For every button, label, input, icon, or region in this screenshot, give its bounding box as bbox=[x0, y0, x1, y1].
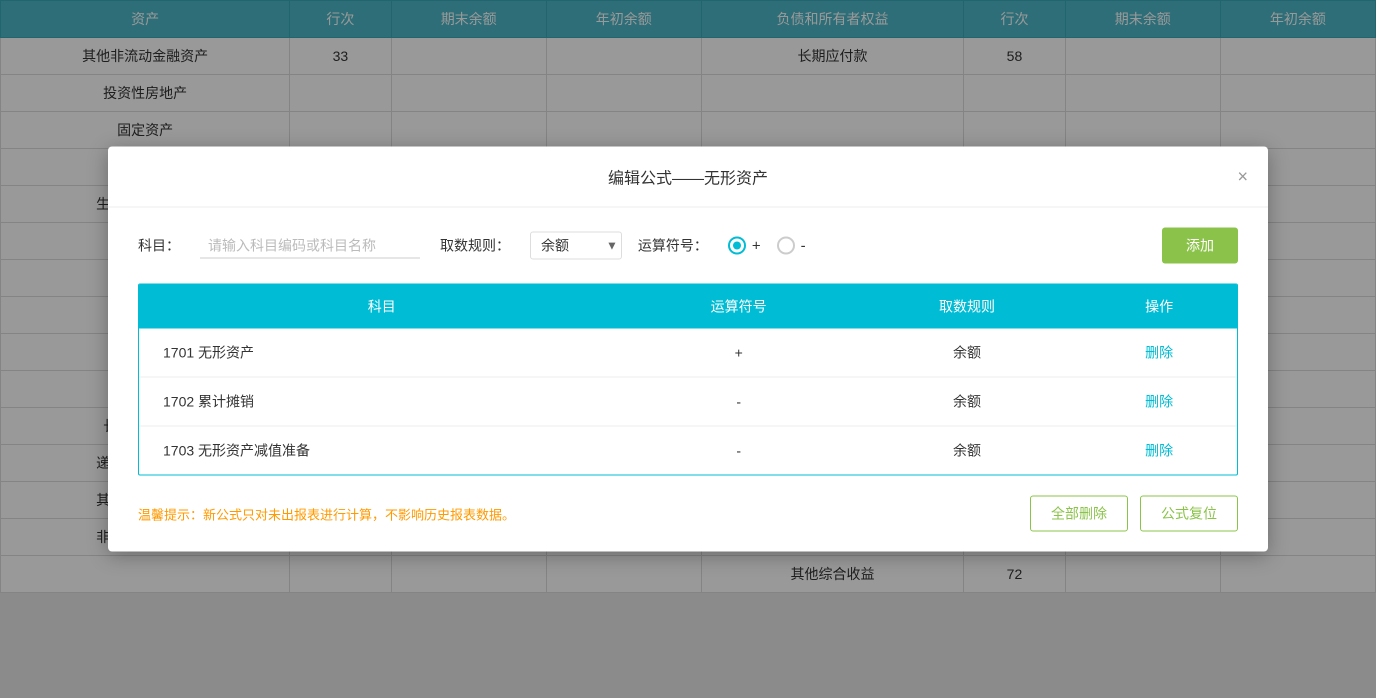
delete-link[interactable]: 删除 bbox=[1145, 394, 1173, 410]
delete-link[interactable]: 删除 bbox=[1145, 443, 1173, 459]
op-cell: - bbox=[624, 426, 852, 475]
modal-close-button[interactable]: × bbox=[1237, 168, 1248, 186]
footer-buttons: 全部删除 公式复位 bbox=[1030, 496, 1238, 532]
reset-button[interactable]: 公式复位 bbox=[1140, 496, 1238, 532]
table-column-header: 操作 bbox=[1081, 285, 1237, 329]
action-cell: 删除 bbox=[1081, 329, 1237, 378]
op-cell: + bbox=[624, 329, 852, 378]
table-column-header: 运算符号 bbox=[624, 285, 852, 329]
delete-link[interactable]: 删除 bbox=[1145, 345, 1173, 361]
op-radio-group: + - bbox=[728, 237, 806, 255]
delete-all-button[interactable]: 全部删除 bbox=[1030, 496, 1128, 532]
op-label: 运算符号： bbox=[638, 236, 708, 256]
add-button[interactable]: 添加 bbox=[1162, 228, 1238, 264]
action-cell: 删除 bbox=[1081, 426, 1237, 475]
action-cell: 删除 bbox=[1081, 377, 1237, 426]
tip-text: 温馨提示：新公式只对未出报表进行计算，不影响历史报表数据。 bbox=[138, 504, 515, 523]
rule-label: 取数规则： bbox=[440, 236, 510, 256]
table-row: 1701 无形资产+余额 删除 bbox=[139, 329, 1237, 378]
formula-form-row: 科目： 取数规则： 余额借方贷方借方余额贷方余额 ▼ 运算符号： + - 添加 bbox=[108, 208, 1268, 284]
rule-cell: 余额 bbox=[853, 377, 1081, 426]
modal-footer: 温馨提示：新公式只对未出报表进行计算，不影响历史报表数据。 全部删除 公式复位 bbox=[108, 476, 1268, 552]
subject-cell: 1702 累计摊销 bbox=[139, 377, 624, 426]
modal-title: 编辑公式——无形资产 bbox=[608, 165, 768, 189]
rule-select-wrap: 余额借方贷方借方余额贷方余额 ▼ bbox=[530, 232, 618, 260]
table-row: 1702 累计摊销-余额 删除 bbox=[139, 377, 1237, 426]
radio-minus[interactable]: - bbox=[777, 237, 806, 255]
radio-plus-circle bbox=[728, 237, 746, 255]
table-row: 1703 无形资产减值准备-余额 删除 bbox=[139, 426, 1237, 475]
subject-cell: 1701 无形资产 bbox=[139, 329, 624, 378]
subject-cell: 1703 无形资产减值准备 bbox=[139, 426, 624, 475]
radio-plus-label: + bbox=[752, 237, 761, 254]
table-column-header: 取数规则 bbox=[853, 285, 1081, 329]
rule-cell: 余额 bbox=[853, 329, 1081, 378]
radio-plus[interactable]: + bbox=[728, 237, 761, 255]
table-column-header: 科目 bbox=[139, 285, 624, 329]
rule-select[interactable]: 余额借方贷方借方余额贷方余额 bbox=[530, 232, 622, 260]
radio-minus-circle bbox=[777, 237, 795, 255]
op-cell: - bbox=[624, 377, 852, 426]
rule-cell: 余额 bbox=[853, 426, 1081, 475]
edit-formula-modal: 编辑公式——无形资产 × 科目： 取数规则： 余额借方贷方借方余额贷方余额 ▼ … bbox=[108, 147, 1268, 552]
radio-minus-label: - bbox=[801, 237, 806, 254]
modal-header: 编辑公式——无形资产 × bbox=[108, 147, 1268, 208]
subject-label: 科目： bbox=[138, 236, 180, 256]
formula-table: 科目运算符号取数规则操作 1701 无形资产+余额删除1702 累计摊销-余额删… bbox=[138, 284, 1238, 476]
subject-input[interactable] bbox=[200, 233, 420, 258]
